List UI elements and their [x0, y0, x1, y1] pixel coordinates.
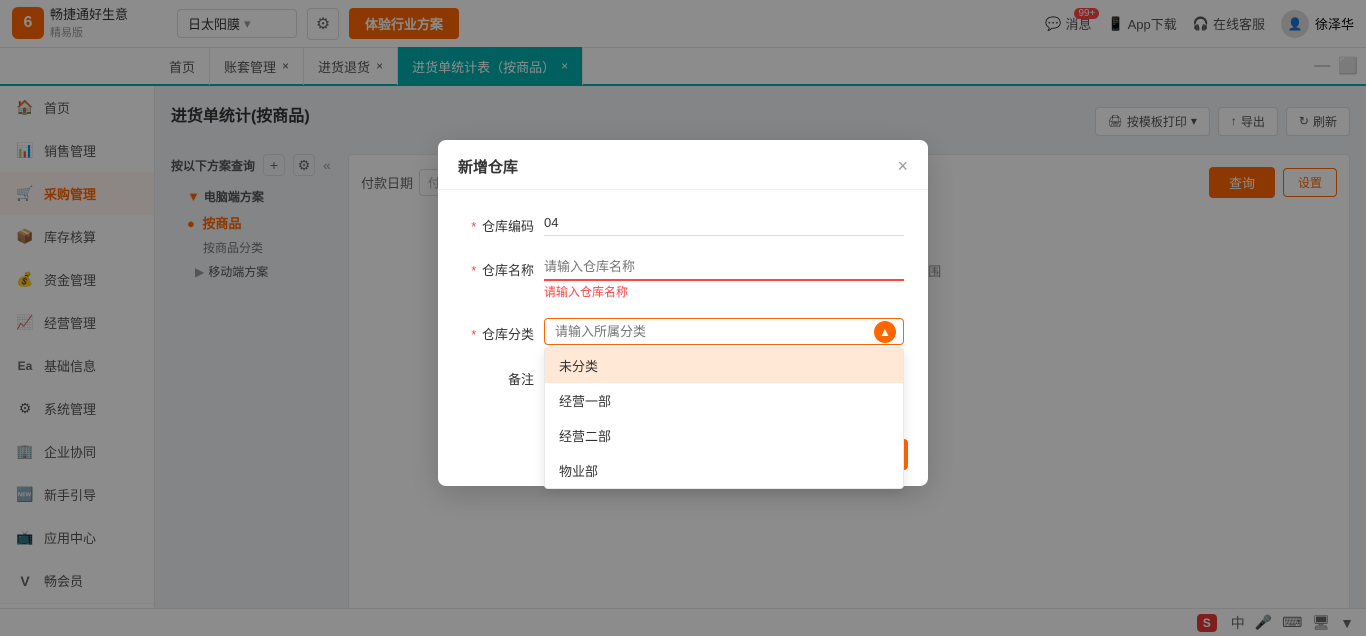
modal-title: 新增仓库	[458, 156, 518, 177]
name-field-row: * 仓库名称 请输入仓库名称	[462, 254, 904, 300]
name-field-wrap: 请输入仓库名称	[544, 254, 904, 300]
category-label: * 仓库分类	[462, 318, 534, 343]
category-field-wrap: ▲ 未分类 经营一部 经营二部 物业部	[544, 318, 904, 345]
category-option-op1[interactable]: 经营一部	[545, 383, 903, 418]
category-toggle-button[interactable]: ▲	[874, 321, 896, 343]
name-input[interactable]	[544, 254, 904, 281]
category-input-row: ▲ 未分类 经营一部 经营二部 物业部	[544, 318, 904, 345]
code-label: * 仓库编码	[462, 210, 534, 235]
modal-body: * 仓库编码 * 仓库名称 请输入仓库名称 * 仓库分类	[438, 190, 928, 427]
required-star-name: *	[471, 263, 476, 278]
category-option-property[interactable]: 物业部	[545, 453, 903, 488]
new-warehouse-modal: 新增仓库 × * 仓库编码 * 仓库名称 请输入仓库名称	[438, 140, 928, 486]
remark-label: 备注	[462, 363, 534, 388]
name-error-msg: 请输入仓库名称	[544, 283, 904, 300]
category-field-row: * 仓库分类 ▲ 未分类 经营一部 经营二部 物业部	[462, 318, 904, 345]
modal-header: 新增仓库 ×	[438, 140, 928, 190]
name-label: * 仓库名称	[462, 254, 534, 279]
category-option-none[interactable]: 未分类	[545, 348, 903, 383]
required-star-code: *	[471, 219, 476, 234]
required-star-category: *	[471, 327, 476, 342]
code-field-row: * 仓库编码	[462, 210, 904, 236]
code-field-wrap	[544, 210, 904, 236]
category-dropdown: 未分类 经营一部 经营二部 物业部	[544, 347, 904, 489]
modal-close-button[interactable]: ×	[897, 156, 908, 177]
code-input[interactable]	[544, 210, 904, 236]
category-input[interactable]	[544, 318, 904, 345]
category-option-op2[interactable]: 经营二部	[545, 418, 903, 453]
